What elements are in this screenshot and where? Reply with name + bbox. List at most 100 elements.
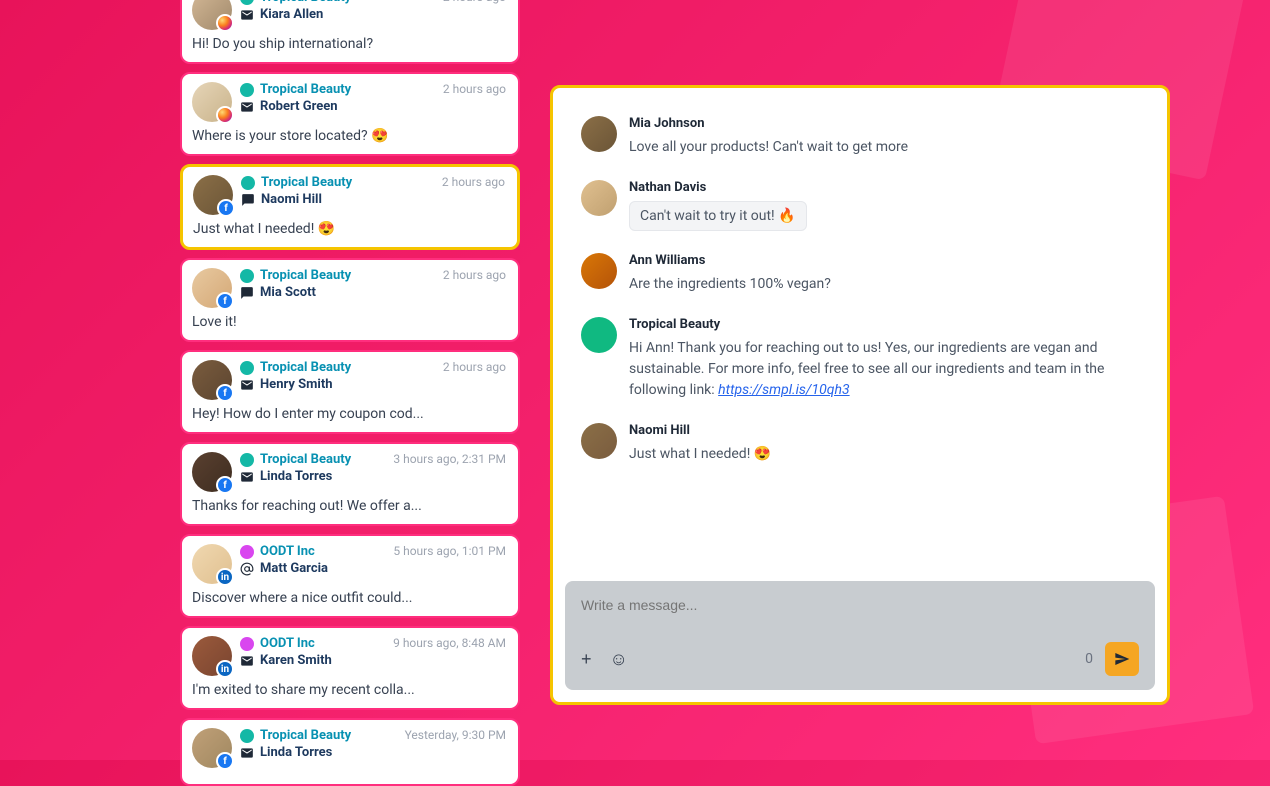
chat-sender-name: Mia Johnson [629,116,1139,131]
at-icon [240,562,254,576]
avatar: f [192,728,232,768]
avatar [192,0,232,30]
chat-sender-name: Nathan Davis [629,180,1139,195]
chat-link[interactable]: https://smpl.is/10qh3 [718,382,849,398]
brand-name: Tropical Beauty [260,82,351,97]
message-preview: Where is your store located? 😍 [192,128,506,144]
ig-badge-icon [216,14,234,32]
message-input[interactable] [581,597,1139,613]
ig-badge-icon [216,106,234,124]
chat-message: Naomi Hill Just what I needed! 😍 [581,423,1139,465]
chat-message: Tropical Beauty Hi Ann! Thank you for re… [581,317,1139,401]
fb-badge-icon: f [217,199,235,217]
person-name: Henry Smith [260,377,333,392]
brand-dot-icon [240,637,254,651]
send-button[interactable] [1105,642,1139,676]
timestamp: 3 hours ago, 2:31 PM [393,452,506,466]
inbox-card[interactable]: 2 hours ago Tropical Beauty Kiara Allen … [180,0,520,64]
send-icon [1114,651,1130,667]
brand-dot-icon [240,729,254,743]
envelope-icon [240,746,254,760]
avatar [581,116,617,152]
avatar: f [193,175,233,215]
person-name: Kiara Allen [260,7,323,22]
brand-dot-icon [240,83,254,97]
li-badge-icon: in [216,568,234,586]
avatar: in [192,636,232,676]
avatar [581,253,617,289]
timestamp: 2 hours ago [443,82,506,96]
brand-dot-icon [240,361,254,375]
brand-name: Tropical Beauty [260,268,351,283]
person-name: Robert Green [260,99,338,114]
inbox-card[interactable]: 9 hours ago, 8:48 AM in OODT Inc Karen S… [180,626,520,710]
brand-name: Tropical Beauty [261,175,352,190]
chat-body: Mia Johnson Love all your products! Can'… [553,88,1167,569]
inbox-card[interactable]: 2 hours ago f Tropical Beauty Mia Scott … [180,258,520,342]
avatar: in [192,544,232,584]
message-preview: Love it! [192,314,506,330]
fb-badge-icon: f [216,384,234,402]
chat-text: Just what I needed! 😍 [629,444,1139,465]
brand-name: OODT Inc [260,544,315,559]
chat-sender-name: Ann Williams [629,253,1139,268]
message-preview: Just what I needed! 😍 [193,221,505,237]
chat-text: Are the ingredients 100% vegan? [629,274,1139,295]
inbox-card[interactable]: 2 hours ago Tropical Beauty Robert Green… [180,72,520,156]
chat-bubble: Can't wait to try it out! 🔥 [629,201,807,231]
chat-message: Mia Johnson Love all your products! Can'… [581,116,1139,158]
brand-dot-icon [240,0,254,5]
chat-panel: Mia Johnson Love all your products! Can'… [550,85,1170,705]
envelope-icon [240,654,254,668]
person-name: Karen Smith [260,653,332,668]
char-count: 0 [1085,651,1093,667]
timestamp: 2 hours ago [442,175,505,189]
inbox-card[interactable]: 2 hours ago f Tropical Beauty Henry Smit… [180,350,520,434]
brand-dot-icon [241,176,255,190]
envelope-icon [240,100,254,114]
chat-text: Hi Ann! Thank you for reaching out to us… [629,338,1139,401]
inbox-list: 2 hours ago Tropical Beauty Kiara Allen … [180,0,520,786]
chat-sender-name: Naomi Hill [629,423,1139,438]
avatar: f [192,268,232,308]
inbox-card[interactable]: 3 hours ago, 2:31 PM f Tropical Beauty L… [180,442,520,526]
brand-name: Tropical Beauty [260,360,351,375]
envelope-icon [240,378,254,392]
inbox-card[interactable]: 5 hours ago, 1:01 PM in OODT Inc Matt Ga… [180,534,520,618]
message-preview: Discover where a nice outfit could... [192,590,506,606]
comment-icon [241,193,255,207]
message-preview: Thanks for reaching out! We offer a... [192,498,506,514]
emoji-button[interactable]: ☺ [610,649,628,670]
attach-button[interactable]: + [581,649,592,670]
emoji-icon: ☺ [610,649,628,669]
avatar [581,423,617,459]
chat-message: Ann Williams Are the ingredients 100% ve… [581,253,1139,295]
chat-sender-name: Tropical Beauty [629,317,1139,332]
brand-name: Tropical Beauty [260,452,351,467]
avatar [581,317,617,353]
fb-badge-icon: f [216,292,234,310]
timestamp: 5 hours ago, 1:01 PM [393,544,506,558]
timestamp: 2 hours ago [443,360,506,374]
avatar: f [192,452,232,492]
brand-dot-icon [240,453,254,467]
message-composer: + ☺ 0 [565,581,1155,690]
inbox-card[interactable]: Yesterday, 9:30 PM f Tropical Beauty Lin… [180,718,520,786]
envelope-icon [240,470,254,484]
avatar [192,82,232,122]
fb-badge-icon: f [216,476,234,494]
avatar: f [192,360,232,400]
fb-badge-icon: f [216,752,234,770]
chat-message: Nathan Davis Can't wait to try it out! 🔥 [581,180,1139,231]
timestamp: 2 hours ago [443,268,506,282]
envelope-icon [240,8,254,22]
chat-text: Love all your products! Can't wait to ge… [629,137,1139,158]
brand-dot-icon [240,269,254,283]
person-name: Mia Scott [260,285,316,300]
person-name: Naomi Hill [261,192,322,207]
inbox-card[interactable]: 2 hours ago f Tropical Beauty Naomi Hill… [180,164,520,250]
brand-name: Tropical Beauty [260,0,351,5]
person-name: Linda Torres [260,469,332,484]
message-preview: Hi! Do you ship international? [192,36,506,52]
timestamp: 2 hours ago [443,0,506,4]
